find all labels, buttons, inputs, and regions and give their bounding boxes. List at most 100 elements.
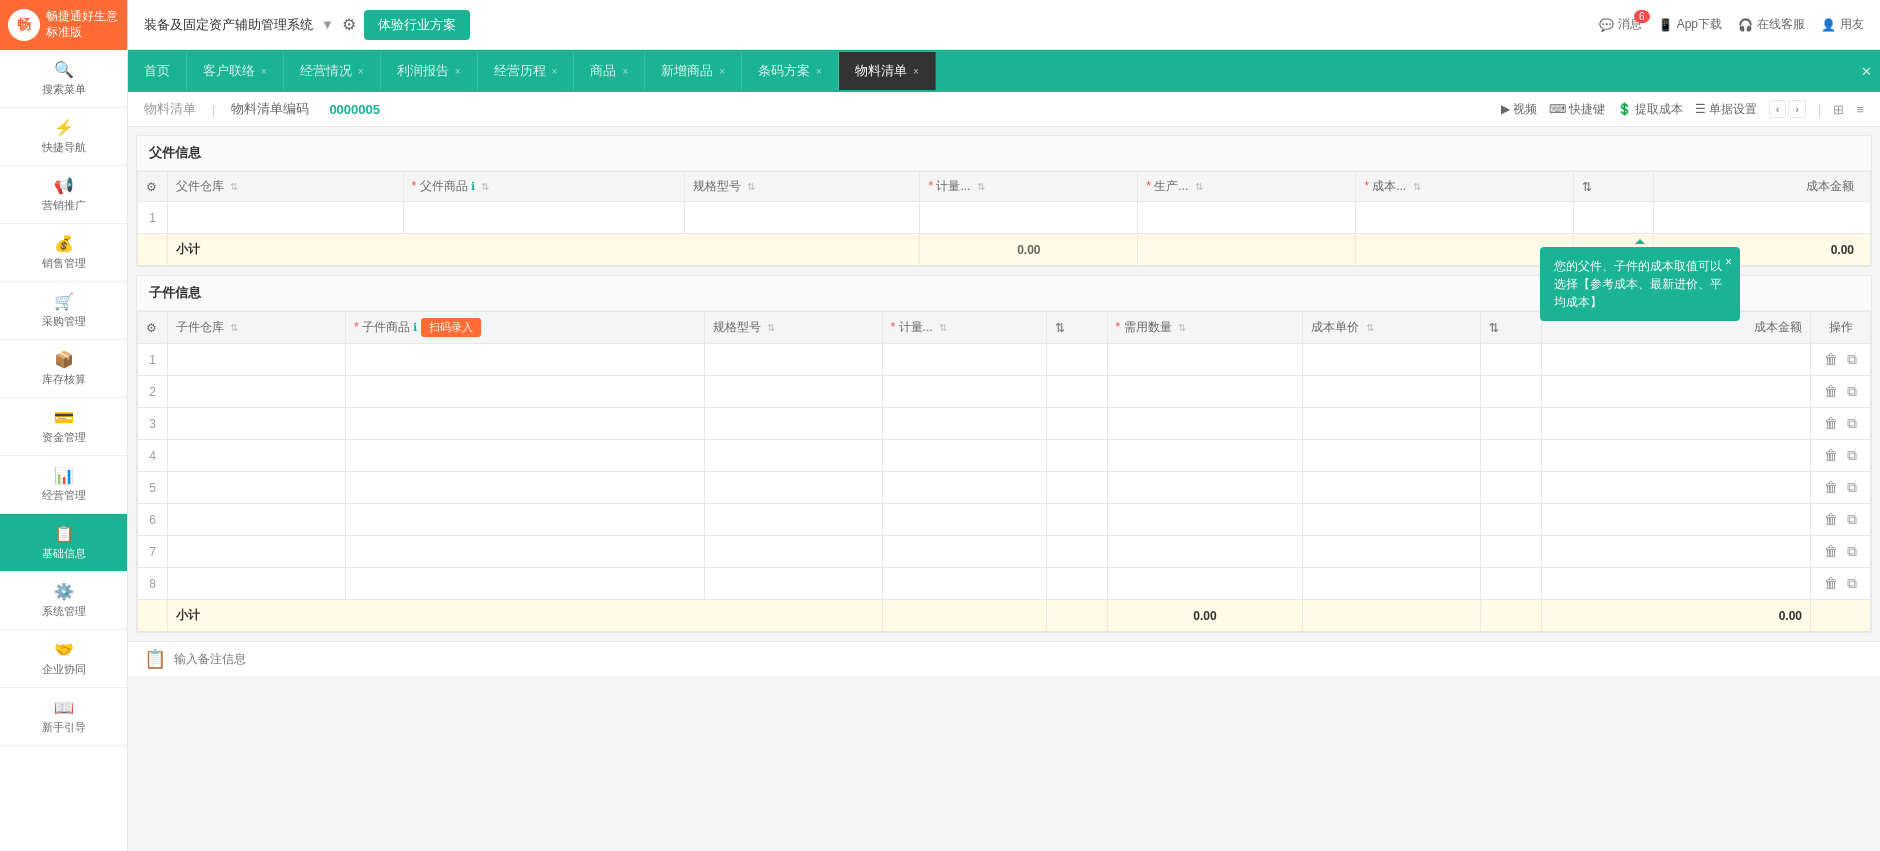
user-item[interactable]: 👤 用友 [1821,16,1864,33]
parent-row-1-cost[interactable] [1356,202,1574,234]
tab-profit[interactable]: 利润报告 × [381,52,478,90]
close-bom-tab-icon[interactable]: × [913,66,919,77]
child-row-3-warehouse[interactable] [168,408,346,440]
copy-row-4-icon[interactable]: ⧉ [1847,447,1857,463]
child-row-2-spec[interactable] [704,376,882,408]
sidebar-item-guide[interactable]: 📖 新手引导 [0,688,127,746]
gear-icon[interactable]: ⚙ [342,15,356,34]
child-row-1-spec[interactable] [704,344,882,376]
child-row-7-cost-amount[interactable] [1541,536,1810,568]
child-row-6-spec[interactable] [704,504,882,536]
child-row-4-cost-price[interactable] [1303,440,1481,472]
child-row-6-goods[interactable] [345,504,704,536]
parent-row-1-warehouse[interactable] [168,202,404,234]
child-row-3-cost-amount[interactable] [1541,408,1810,440]
child-row-2-unit[interactable] [882,376,1047,408]
tab-new-goods[interactable]: 新增商品 × [645,52,742,90]
child-th-settings[interactable]: ⚙ [138,312,168,344]
parent-spec-sort-icon[interactable]: ⇅ [747,181,755,192]
child-row-3-unit[interactable] [882,408,1047,440]
copy-row-6-icon[interactable]: ⧉ [1847,511,1857,527]
view-action[interactable]: ▶ 视频 [1501,101,1537,118]
copy-row-7-icon[interactable]: ⧉ [1847,543,1857,559]
child-row-1-unit[interactable] [882,344,1047,376]
parent-cost-sort-icon[interactable]: ⇅ [1413,181,1421,192]
sidebar-item-marketing[interactable]: 📢 营销推广 [0,166,127,224]
sidebar-item-finance[interactable]: 💳 资金管理 [0,398,127,456]
nav-prev-button[interactable]: ‹ [1769,100,1787,118]
child-row-2-goods[interactable] [345,376,704,408]
child-row-5-spec[interactable] [704,472,882,504]
child-row-8-cost-price[interactable] [1303,568,1481,600]
parent-row-1-production[interactable] [1138,202,1356,234]
sidebar-item-search[interactable]: 🔍 搜索菜单 [0,50,127,108]
child-row-4-spec[interactable] [704,440,882,472]
copy-row-8-icon[interactable]: ⧉ [1847,575,1857,591]
parent-row-1-unit[interactable] [920,202,1138,234]
tab-customer[interactable]: 客户联络 × [187,52,284,90]
child-row-4-goods[interactable] [345,440,704,472]
delete-row-7-icon[interactable]: 🗑 [1824,543,1838,559]
list-view-icon[interactable]: ≡ [1856,102,1864,117]
expand-icon[interactable]: ▼ [321,17,334,32]
child-row-4-quantity[interactable] [1107,440,1303,472]
child-row-3-goods[interactable] [345,408,704,440]
child-row-5-unit[interactable] [882,472,1047,504]
child-row-8-unit[interactable] [882,568,1047,600]
child-goods-info-icon[interactable]: ℹ [413,321,417,333]
child-row-8-goods[interactable] [345,568,704,600]
close-all-tabs[interactable]: ✕ [1853,54,1880,89]
parent-row-1-spec[interactable] [684,202,920,234]
child-row-3-quantity[interactable] [1107,408,1303,440]
child-th-extra2[interactable]: ⇅ [1481,312,1542,344]
copy-row-5-icon[interactable]: ⧉ [1847,479,1857,495]
child-unit-sort-icon[interactable]: ⇅ [939,322,947,333]
child-row-8-cost-amount[interactable] [1541,568,1810,600]
sidebar-item-collab[interactable]: 🤝 企业协同 [0,630,127,688]
child-row-7-cost-price[interactable] [1303,536,1481,568]
child-row-1-warehouse[interactable] [168,344,346,376]
child-row-1-cost-price[interactable] [1303,344,1481,376]
child-row-2-warehouse[interactable] [168,376,346,408]
child-row-7-unit[interactable] [882,536,1047,568]
parent-goods-info-icon[interactable]: ℹ [471,180,475,192]
parent-row-1-cost-amount[interactable] [1654,202,1871,234]
close-barcode-tab-icon[interactable]: × [816,66,822,77]
child-row-6-cost-price[interactable] [1303,504,1481,536]
delete-row-3-icon[interactable]: 🗑 [1824,415,1838,431]
tab-ops-history[interactable]: 经营历程 × [478,52,575,90]
child-row-8-warehouse[interactable] [168,568,346,600]
child-row-7-quantity[interactable] [1107,536,1303,568]
child-spec-sort-icon[interactable]: ⇅ [767,322,775,333]
child-row-2-cost-amount[interactable] [1541,376,1810,408]
child-row-2-quantity[interactable] [1107,376,1303,408]
close-ops-history-tab-icon[interactable]: × [552,66,558,77]
parent-production-sort-icon[interactable]: ⇅ [1195,181,1203,192]
child-row-8-spec[interactable] [704,568,882,600]
tooltip-close-btn[interactable]: × [1725,253,1732,271]
tab-ops-status[interactable]: 经营情况 × [284,52,381,90]
tab-barcode[interactable]: 条码方案 × [742,52,839,90]
delete-row-6-icon[interactable]: 🗑 [1824,511,1838,527]
sidebar-item-sales[interactable]: 💰 销售管理 [0,224,127,282]
sidebar-item-ops[interactable]: 📊 经营管理 [0,456,127,514]
child-row-7-goods[interactable] [345,536,704,568]
child-row-5-goods[interactable] [345,472,704,504]
copy-row-2-icon[interactable]: ⧉ [1847,383,1857,399]
parent-unit-sort-icon[interactable]: ⇅ [977,181,985,192]
sidebar-item-inventory[interactable]: 📦 库存核算 [0,340,127,398]
delete-row-1-icon[interactable]: 🗑 [1824,351,1838,367]
close-customer-tab-icon[interactable]: × [261,66,267,77]
child-row-6-unit[interactable] [882,504,1047,536]
shortcut-action[interactable]: ⌨ 快捷键 [1549,101,1605,118]
child-row-3-cost-price[interactable] [1303,408,1481,440]
parent-goods-sort-icon[interactable]: ⇅ [481,181,489,192]
trial-button[interactable]: 体验行业方案 [364,10,470,40]
close-new-goods-tab-icon[interactable]: × [719,66,725,77]
parent-th-settings[interactable]: ⚙ [138,172,168,202]
single-setting-action[interactable]: ☰ 单据设置 [1695,101,1757,118]
parent-row-1-goods[interactable] [403,202,684,234]
child-row-5-cost-amount[interactable] [1541,472,1810,504]
child-warehouse-sort-icon[interactable]: ⇅ [230,322,238,333]
sidebar-item-system[interactable]: ⚙️ 系统管理 [0,572,127,630]
